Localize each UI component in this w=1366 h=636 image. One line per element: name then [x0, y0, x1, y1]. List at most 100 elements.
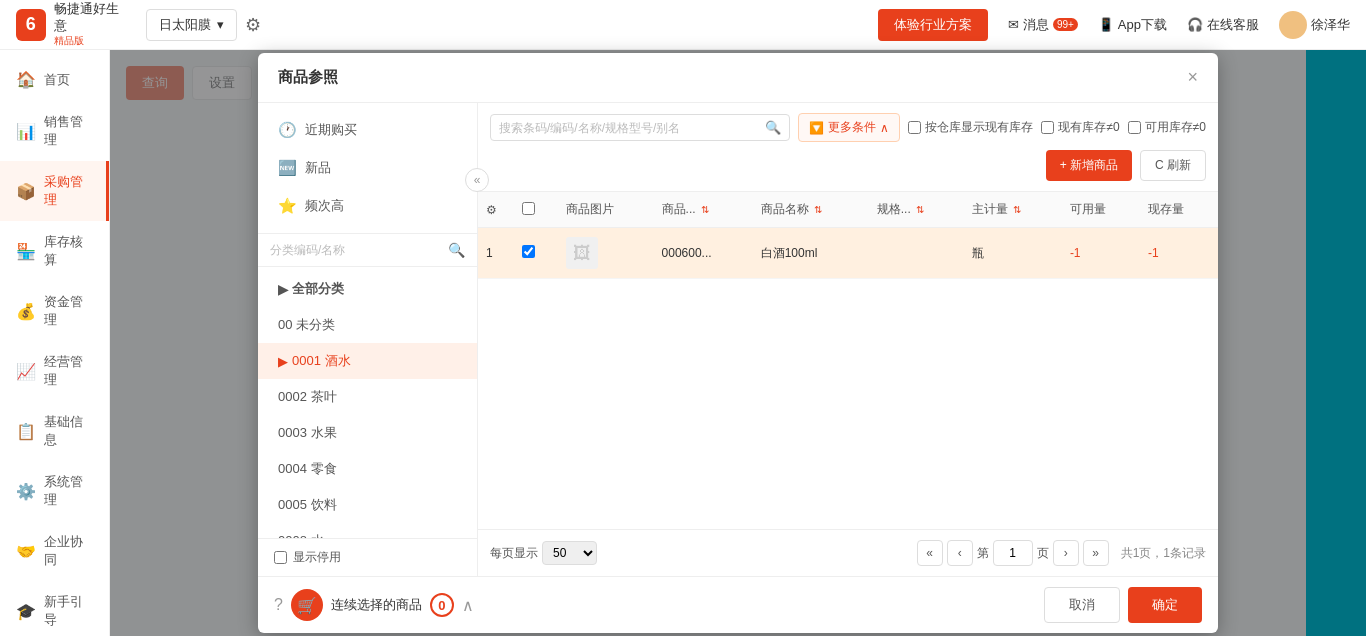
first-page-button[interactable]: «	[917, 540, 943, 566]
sidebar: 🏠 首页 📊 销售管理 📦 采购管理 🏪 库存核算 💰 资金管理 📈 经营管理 …	[0, 50, 110, 636]
sidebar-item-inventory[interactable]: 🏪 库存核算	[0, 221, 109, 281]
add-product-button[interactable]: + 新增商品	[1046, 150, 1132, 181]
col-code-header[interactable]: 商品... ⇅	[654, 192, 753, 228]
app-download-item[interactable]: 📱 App下载	[1098, 16, 1167, 34]
tab-highfreq-label: 频次高	[305, 197, 344, 215]
tab-high-freq[interactable]: ⭐ 频次高	[258, 187, 477, 225]
more-filter-button[interactable]: 🔽 更多条件 ∧	[798, 113, 900, 142]
cat-fruit[interactable]: 0003 水果	[258, 415, 477, 451]
sidebar-item-home[interactable]: 🏠 首页	[0, 58, 109, 101]
sidebar-item-guide[interactable]: 🎓 新手引导	[0, 581, 109, 636]
user-item[interactable]: 徐泽华	[1279, 11, 1350, 39]
confirm-button[interactable]: 确定	[1128, 587, 1202, 623]
row-name: 白酒100ml	[753, 228, 869, 279]
message-badge: 99+	[1053, 18, 1078, 31]
cat-tea-label: 0002 茶叶	[278, 388, 337, 406]
modal-close-button[interactable]: ×	[1187, 67, 1198, 88]
table-row[interactable]: 1 🖼 000600... 白酒100ml	[478, 228, 1218, 279]
cat-uncategorized-label: 00 未分类	[278, 316, 335, 334]
row-stock: -1	[1140, 228, 1218, 279]
checkbox-warehouse-stock[interactable]: 按仓库显示现有库存	[908, 119, 1033, 136]
col-settings: ⚙	[478, 192, 514, 228]
left-panel: 🕐 近期购买 🆕 新品 ⭐ 频次高 «	[258, 103, 478, 576]
checkbox-current-stock[interactable]: 现有库存≠0	[1041, 119, 1119, 136]
page-size-select[interactable]: 50 10 20 100	[542, 541, 597, 565]
sidebar-item-operations[interactable]: 📈 经营管理	[0, 341, 109, 401]
prev-page-button[interactable]: ‹	[947, 540, 973, 566]
sidebar-item-purchase[interactable]: 📦 采购管理	[0, 161, 109, 221]
sidebar-item-sales[interactable]: 📊 销售管理	[0, 101, 109, 161]
collapse-cart-icon[interactable]: ∧	[462, 596, 474, 615]
cat-all[interactable]: ▶ 全部分类	[258, 271, 477, 307]
sidebar-item-enterprise[interactable]: 🤝 企业协同	[0, 521, 109, 581]
cancel-button[interactable]: 取消	[1044, 587, 1120, 623]
sidebar-item-finance[interactable]: 💰 资金管理	[0, 281, 109, 341]
refresh-button[interactable]: C 刷新	[1140, 150, 1206, 181]
col-name-header[interactable]: 商品名称 ⇅	[753, 192, 869, 228]
table-header-row: ⚙ 商品图片 商品... ⇅ 商品名称	[478, 192, 1218, 228]
row-unit: 瓶	[964, 228, 1062, 279]
col-unit-header[interactable]: 主计量 ⇅	[964, 192, 1062, 228]
guide-icon: 🎓	[16, 602, 36, 621]
logo-icon: 6	[16, 9, 46, 41]
row-checkbox[interactable]	[522, 245, 535, 258]
search-icon[interactable]: 🔍	[765, 120, 781, 135]
cat-water[interactable]: 0008 水	[258, 523, 477, 538]
page-number-input[interactable]	[993, 540, 1033, 566]
system-icon: ⚙️	[16, 482, 36, 501]
sidebar-label-system: 系统管理	[44, 473, 93, 509]
modal-title: 商品参照	[278, 68, 338, 87]
cat-beverage[interactable]: 0005 饮料	[258, 487, 477, 523]
select-all-checkbox[interactable]	[522, 202, 535, 215]
toolbar-right: + 新增商品 C 刷新	[1046, 150, 1206, 181]
row-image-cell: 🖼	[558, 228, 654, 279]
cart-count: 0	[430, 593, 454, 617]
category-search-input[interactable]	[270, 243, 442, 257]
help-icon[interactable]: ?	[274, 596, 283, 614]
row-spec	[869, 228, 964, 279]
sidebar-item-system[interactable]: ⚙️ 系统管理	[0, 461, 109, 521]
product-table: ⚙ 商品图片 商品... ⇅ 商品名称	[478, 192, 1218, 279]
product-search-input[interactable]	[499, 121, 759, 135]
col-spec-header[interactable]: 规格... ⇅	[869, 192, 964, 228]
show-disabled-checkbox[interactable]	[274, 551, 287, 564]
avatar	[1279, 11, 1307, 39]
col-name-label: 商品名称	[761, 202, 809, 216]
sidebar-item-basics[interactable]: 📋 基础信息	[0, 401, 109, 461]
category-search-icon[interactable]: 🔍	[448, 242, 465, 258]
tab-recent-purchase[interactable]: 🕐 近期购买	[258, 111, 477, 149]
cat-tea[interactable]: 0002 茶叶	[258, 379, 477, 415]
experience-button[interactable]: 体验行业方案	[878, 9, 988, 41]
sidebar-label-operations: 经营管理	[44, 353, 93, 389]
page-unit-label: 页	[1037, 545, 1049, 562]
warehouse-stock-checkbox[interactable]	[908, 121, 921, 134]
online-service-item[interactable]: 🎧 在线客服	[1187, 16, 1259, 34]
cat-uncategorized[interactable]: 00 未分类	[258, 307, 477, 343]
tab-new-products[interactable]: 🆕 新品	[258, 149, 477, 187]
filter-icon: 🔽	[809, 121, 824, 135]
chevron-down-icon: ▾	[217, 17, 224, 32]
product-thumbnail: 🖼	[566, 237, 598, 269]
current-stock-checkbox[interactable]	[1041, 121, 1054, 134]
app-download-label: App下载	[1118, 16, 1167, 34]
available-stock-checkbox[interactable]	[1128, 121, 1141, 134]
user-name: 徐泽华	[1311, 16, 1350, 34]
modal-footer: ? 🛒 连续选择的商品 0 ∧ 取消 确定	[258, 576, 1218, 633]
show-disabled-row: 显示停用	[258, 538, 477, 576]
mobile-icon: 📱	[1098, 17, 1114, 32]
headset-icon: 🎧	[1187, 17, 1203, 32]
last-page-button[interactable]: »	[1083, 540, 1109, 566]
settings-icon[interactable]: ⚙	[237, 9, 269, 41]
sidebar-label-enterprise: 企业协同	[44, 533, 93, 569]
cat-alcohol[interactable]: ▶ 0001 酒水	[258, 343, 477, 379]
next-page-button[interactable]: ›	[1053, 540, 1079, 566]
cart-button[interactable]: 🛒	[291, 589, 323, 621]
dropdown-selector[interactable]: 日太阳膜 ▾	[146, 9, 237, 41]
message-nav-item[interactable]: ✉ 消息 99+	[1008, 16, 1078, 34]
cat-beverage-label: 0005 饮料	[278, 496, 337, 514]
checkbox-available-stock[interactable]: 可用库存≠0	[1128, 119, 1206, 136]
cat-snack[interactable]: 0004 零食	[258, 451, 477, 487]
collapse-panel-button[interactable]: «	[465, 168, 489, 192]
logo-area: 6 畅捷通好生意 精品版	[16, 1, 126, 49]
sidebar-label-sales: 销售管理	[44, 113, 93, 149]
